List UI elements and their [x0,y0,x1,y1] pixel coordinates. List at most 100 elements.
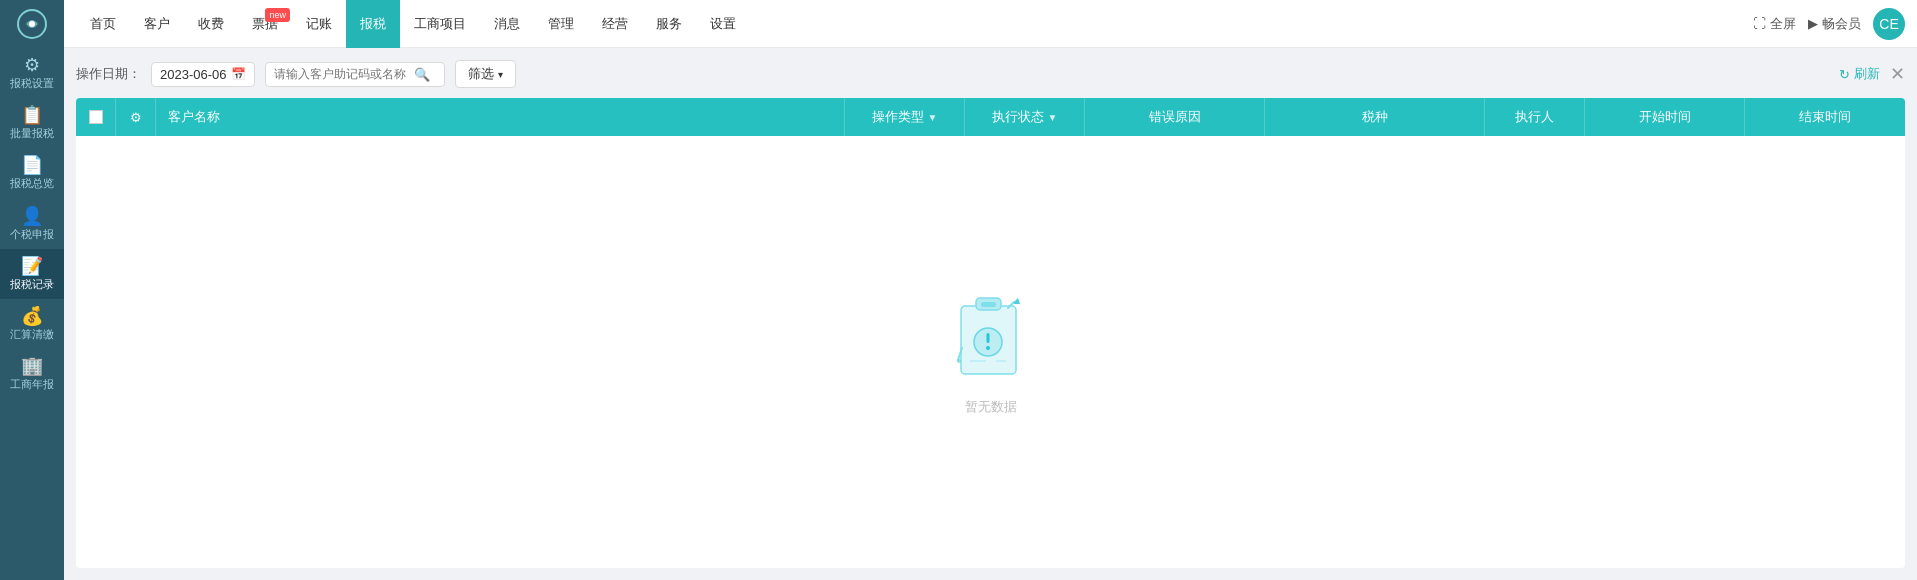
search-input[interactable] [274,67,414,81]
sort-icon-status: ▼ [1048,112,1058,123]
search-icon: 🔍 [414,67,430,82]
sidebar-item-gongshang-nianbao[interactable]: 🏢 工商年报 [0,349,64,399]
table-body: 暂无数据 [76,136,1905,568]
header-checkbox[interactable] [89,110,103,124]
fullscreen-icon: ⛶ [1753,16,1766,31]
nav-label-fu-wu: 服务 [656,15,682,33]
sidebar-label-baoshui-jilu: 报税记录 [10,278,54,291]
th-checkbox[interactable] [76,98,116,136]
sidebar-icon-baoshui-zonglam: 📄 [21,156,43,174]
th-settings[interactable]: ⚙ [116,98,156,136]
sidebar-icon-baoshui-jilu: 📝 [21,257,43,275]
th-exec-status[interactable]: 执行状态 ▼ [965,98,1085,136]
nav-item-gongshang-xiangmu[interactable]: 工商项目 [400,0,480,48]
th-customer-name: 客户名称 [156,98,845,136]
nav-item-piao-ju[interactable]: 票据new [238,0,292,48]
sidebar-items-list: ⚙ 报税设置 📋 批量报税 📄 报税总览 👤 个税申报 📝 报税记录 💰 汇算清… [0,48,64,399]
nav-item-guan-li[interactable]: 管理 [534,0,588,48]
nav-item-bao-shui[interactable]: 报税 [346,0,400,48]
nav-items-list: 首页 客户 收费票据new记账报税工商项目 消息 管理 经营 服务 设置 [76,0,750,48]
sort-icon-operation: ▼ [928,112,938,123]
avatar[interactable]: CE [1873,8,1905,40]
sidebar-item-huisuan-jiaona[interactable]: 💰 汇算清缴 [0,299,64,349]
th-start-time: 开始时间 [1585,98,1745,136]
nav-badge-piao-ju: new [265,8,290,23]
th-operation-type-label: 操作类型 [872,108,924,126]
empty-text: 暂无数据 [965,398,1017,416]
th-tax-type-label: 税种 [1362,108,1388,126]
nav-item-xiao-xi[interactable]: 消息 [480,0,534,48]
nav-item-she-zhi[interactable]: 设置 [696,0,750,48]
svg-rect-6 [986,333,989,343]
fullscreen-label: 全屏 [1770,15,1796,33]
sidebar-item-piliang-baoshui[interactable]: 📋 批量报税 [0,98,64,148]
close-icon: ✕ [1890,64,1905,84]
nav-item-customer[interactable]: 客户 [130,0,184,48]
th-customer-name-label: 客户名称 [168,108,220,126]
sidebar-icon-gongshang-nianbao: 🏢 [21,357,43,375]
empty-state: 暂无数据 [946,288,1036,416]
nav-label-jing-ying: 经营 [602,15,628,33]
toolbar-right: ↻ 刷新 ✕ [1839,65,1905,83]
sidebar-label-baoshui-zonglam: 报税总览 [10,177,54,190]
sidebar-label-piliang-baoshui: 批量报税 [10,127,54,140]
sidebar-label-geshuishenbaoh: 个税申报 [10,228,54,241]
refresh-button[interactable]: ↻ 刷新 [1839,65,1880,83]
table-header: ⚙ 客户名称 操作类型 ▼ 执行状态 ▼ 错误原因 税种 [76,98,1905,136]
svg-point-7 [986,346,990,350]
svg-point-1 [29,21,35,27]
nav-label-shoufei: 收费 [198,15,224,33]
sidebar-logo [0,0,64,48]
th-start-time-label: 开始时间 [1639,108,1691,126]
toolbar: 操作日期： 2023-06-06 📅 🔍 筛选 ▾ ↻ 刷新 ✕ [76,60,1905,88]
sidebar-label-gongshang-nianbao: 工商年报 [10,378,54,391]
topnav-right: ⛶ 全屏 ▶ 畅会员 CE [1753,8,1905,40]
data-table: ⚙ 客户名称 操作类型 ▼ 执行状态 ▼ 错误原因 税种 [76,98,1905,568]
sidebar-label-baoshui-shezhi: 报税设置 [10,77,54,90]
close-button[interactable]: ✕ [1890,65,1905,83]
calendar-icon: 📅 [231,67,246,81]
member-button[interactable]: ▶ 畅会员 [1808,15,1861,33]
nav-item-fu-wu[interactable]: 服务 [642,0,696,48]
nav-label-guan-li: 管理 [548,15,574,33]
filter-button[interactable]: 筛选 ▾ [455,60,516,88]
nav-item-shoufei[interactable]: 收费 [184,0,238,48]
sidebar-icon-piliang-baoshui: 📋 [21,106,43,124]
sidebar-item-baoshui-zonglam[interactable]: 📄 报税总览 [0,148,64,198]
nav-item-home[interactable]: 首页 [76,0,130,48]
nav-item-jing-ying[interactable]: 经营 [588,0,642,48]
sidebar-item-baoshui-jilu[interactable]: 📝 报税记录 [0,249,64,299]
th-end-time: 结束时间 [1745,98,1905,136]
nav-label-she-zhi: 设置 [710,15,736,33]
svg-rect-10 [970,360,986,362]
svg-rect-4 [981,302,996,307]
th-operation-type[interactable]: 操作类型 ▼ [845,98,965,136]
sidebar-item-geshuishenbaoh[interactable]: 👤 个税申报 [0,199,64,249]
nav-label-xiao-xi: 消息 [494,15,520,33]
avatar-text: CE [1879,16,1898,32]
sidebar-item-baoshui-shezhi[interactable]: ⚙ 报税设置 [0,48,64,98]
th-executor: 执行人 [1485,98,1585,136]
top-navigation: 首页 客户 收费票据new记账报税工商项目 消息 管理 经营 服务 设置 ⛶ 全屏 ▶ 畅会员… [64,0,1917,48]
fullscreen-button[interactable]: ⛶ 全屏 [1753,15,1796,33]
th-exec-status-label: 执行状态 [992,108,1044,126]
content-area: 操作日期： 2023-06-06 📅 🔍 筛选 ▾ ↻ 刷新 ✕ [64,48,1917,580]
sidebar-icon-baoshui-shezhi: ⚙ [24,56,40,74]
nav-label-customer: 客户 [144,15,170,33]
refresh-icon: ↻ [1839,67,1850,82]
nav-label-home: 首页 [90,15,116,33]
th-error-reason: 错误原因 [1085,98,1265,136]
sidebar: ⚙ 报税设置 📋 批量报税 📄 报税总览 👤 个税申报 📝 报税记录 💰 汇算清… [0,0,64,580]
svg-rect-11 [996,360,1006,362]
search-box[interactable]: 🔍 [265,62,445,87]
sidebar-icon-huisuan-jiaona: 💰 [21,307,43,325]
date-label: 操作日期： [76,65,141,83]
date-value: 2023-06-06 [160,67,227,82]
nav-item-ji-zhang[interactable]: 记账 [292,0,346,48]
nav-label-gongshang-xiangmu: 工商项目 [414,15,466,33]
th-end-time-label: 结束时间 [1799,108,1851,126]
th-executor-label: 执行人 [1515,108,1554,126]
chevron-down-icon: ▾ [498,69,503,80]
video-icon: ▶ [1808,16,1818,31]
date-picker[interactable]: 2023-06-06 📅 [151,62,255,87]
